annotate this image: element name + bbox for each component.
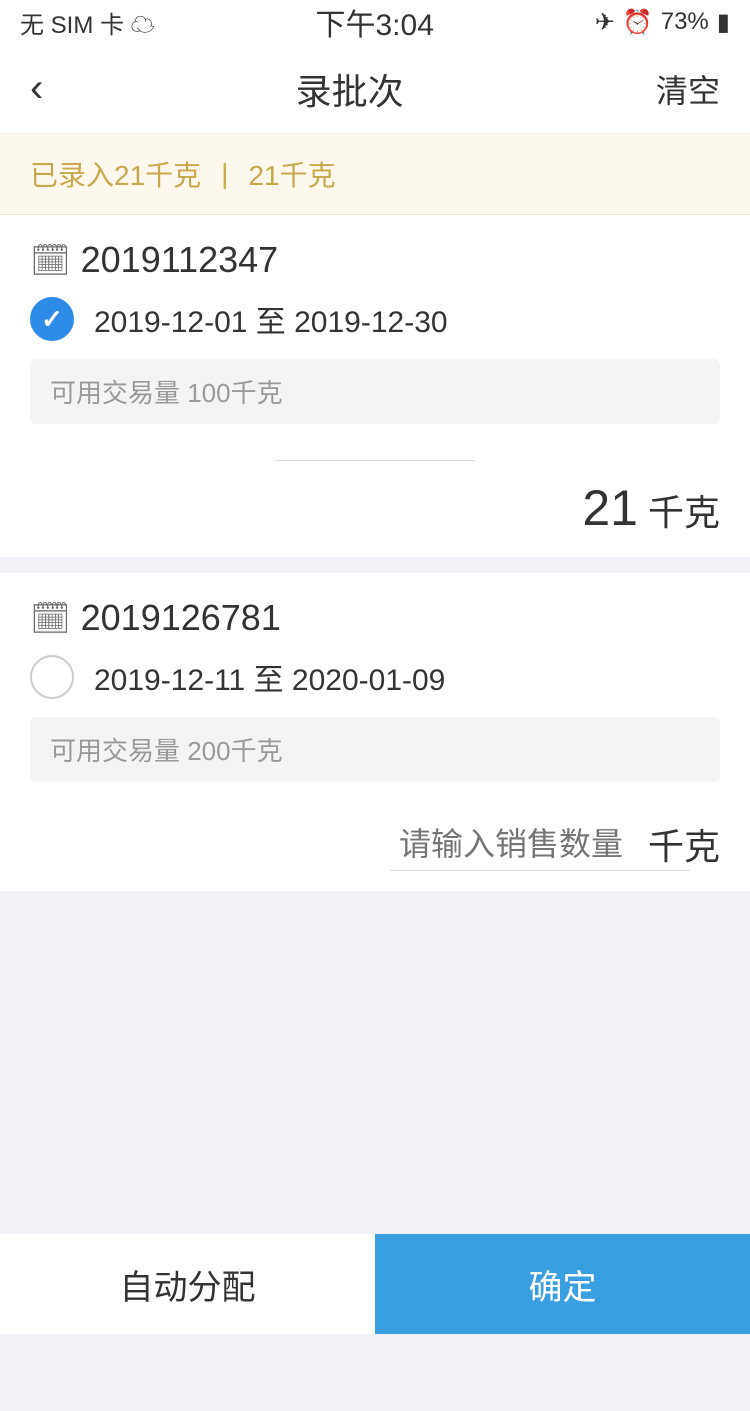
clear-button[interactable]: 清空: [656, 66, 720, 112]
batch-qty-2: 可用交易量 200千克: [30, 717, 720, 782]
quantity-input-2[interactable]: [378, 826, 638, 863]
battery-icon: ▮: [717, 8, 730, 37]
batch-header-2: 🗓 2019126781: [0, 573, 750, 647]
nav-bar: ‹ 录批次 清空: [0, 44, 750, 134]
batch-date-row-2[interactable]: 2019-12-11 至 2020-01-09: [0, 647, 750, 707]
radio-button-2[interactable]: [30, 655, 74, 699]
status-right: ✈ ⏰ 73% ▮: [595, 8, 730, 37]
radio-button-1[interactable]: [30, 297, 74, 341]
batch-item-2: 🗓 2019126781 2019-12-11 至 2020-01-09 可用交…: [0, 573, 750, 891]
section-divider: [0, 557, 750, 573]
batch-date-2: 2019-12-11 至 2020-01-09: [94, 655, 445, 699]
confirm-button[interactable]: 确定: [375, 1234, 750, 1334]
battery-level: 73%: [661, 8, 709, 36]
status-bar: 无 SIM 卡 ☁ 下午3:04 ✈ ⏰ 73% ▮: [0, 0, 750, 44]
unit-label-2: 千克: [648, 818, 720, 870]
summary-value: 21千克: [248, 154, 335, 194]
batch-header-1: 🗓 2019112347: [0, 215, 750, 289]
summary-divider: |: [221, 158, 228, 190]
location-icon: ✈: [595, 8, 615, 37]
amount-unit-1: 千克: [648, 484, 720, 536]
sim-label: 无 SIM 卡 ☁: [20, 5, 155, 40]
batch-id-2: 2019126781: [81, 597, 281, 639]
batch-icon-2: 🗓: [30, 599, 71, 637]
back-button[interactable]: ‹: [30, 66, 43, 111]
status-left: 无 SIM 卡 ☁: [20, 5, 155, 40]
input-row-2: 千克: [0, 802, 750, 891]
summary-bar: 已录入21千克 | 21千克: [0, 134, 750, 215]
batch-item-1: 🗓 2019112347 2019-12-01 至 2019-12-30 可用交…: [0, 215, 750, 557]
amount-row-1: 21 千克: [0, 444, 750, 557]
batch-id-1: 2019112347: [81, 239, 279, 281]
page-title: 录批次: [296, 63, 404, 115]
bottom-bar: 自动分配 确定: [0, 1234, 750, 1334]
batch-qty-1: 可用交易量 100千克: [30, 359, 720, 424]
auto-distribute-button[interactable]: 自动分配: [0, 1234, 375, 1334]
input-divider: [390, 870, 690, 871]
batch-date-row-1[interactable]: 2019-12-01 至 2019-12-30: [0, 289, 750, 349]
status-time: 下午3:04: [316, 0, 434, 44]
batch-date-1: 2019-12-01 至 2019-12-30: [94, 297, 448, 341]
batch-icon-1: 🗓: [30, 241, 71, 279]
alarm-icon: ⏰: [623, 8, 653, 37]
summary-label: 已录入21千克: [30, 154, 201, 194]
amount-value-1: 21: [582, 479, 638, 537]
